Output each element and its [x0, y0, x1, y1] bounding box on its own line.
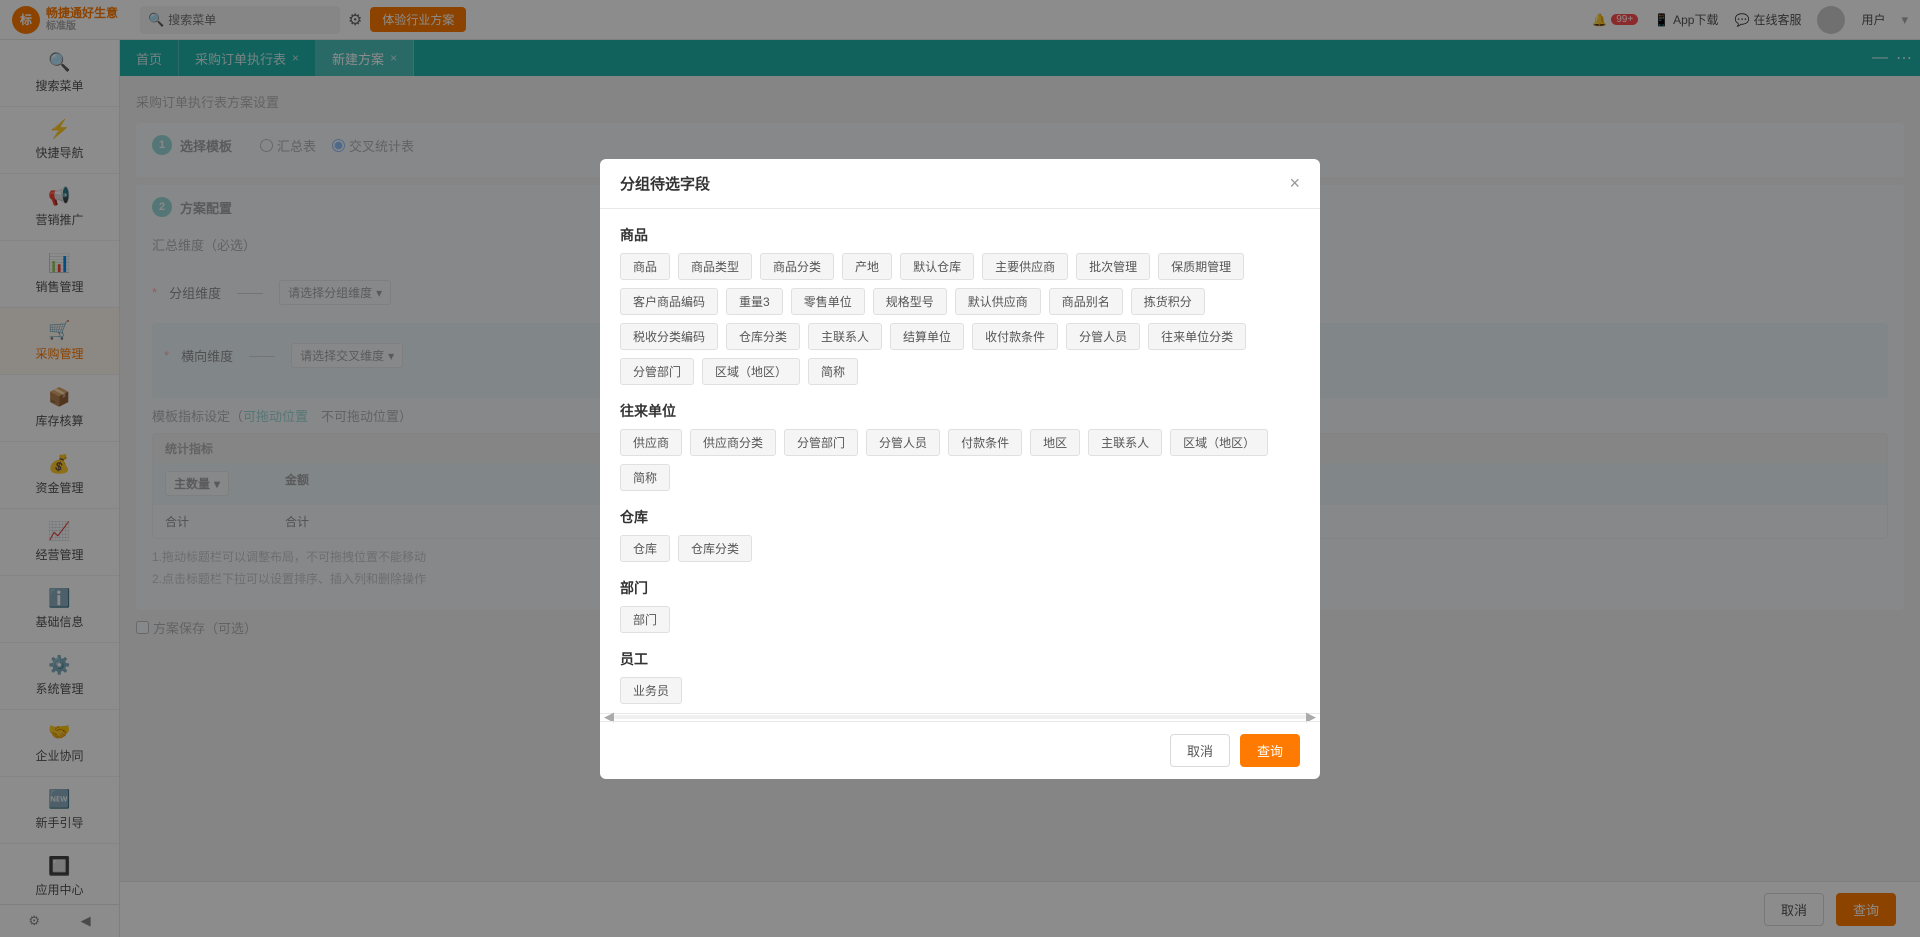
field-tags: 商品商品类型商品分类产地默认仓库主要供应商批次管理保质期管理客户商品编码重量3 零…	[620, 253, 1300, 385]
field-tag[interactable]: 主联系人	[808, 323, 882, 350]
modal-confirm-button[interactable]: 查询	[1240, 734, 1300, 767]
modal-footer: 取消 查询	[600, 721, 1320, 779]
field-tag[interactable]: 保质期管理	[1158, 253, 1244, 280]
field-tag[interactable]: 往来单位分类	[1148, 323, 1246, 350]
field-tag[interactable]: 重量3	[726, 288, 783, 315]
field-tag[interactable]: 供应商分类	[690, 429, 776, 456]
modal-header: 分组待选字段 ×	[600, 159, 1320, 209]
field-group-title: 商品	[620, 225, 1300, 245]
field-tag[interactable]: 分管人员	[866, 429, 940, 456]
field-tag[interactable]: 部门	[620, 606, 670, 633]
field-tag[interactable]: 分管部门	[620, 358, 694, 385]
modal-cancel-button[interactable]: 取消	[1170, 734, 1230, 767]
field-tag[interactable]: 简称	[620, 464, 670, 491]
field-tag[interactable]: 批次管理	[1076, 253, 1150, 280]
field-tag[interactable]: 业务员	[620, 677, 682, 704]
field-group-商品: 商品商品商品类型商品分类产地默认仓库主要供应商批次管理保质期管理客户商品编码重量…	[620, 225, 1300, 385]
field-tags: 部门	[620, 606, 1300, 633]
field-tag[interactable]: 付款条件	[948, 429, 1022, 456]
field-tag[interactable]: 收付款条件	[972, 323, 1058, 350]
modal-overlay: 分组待选字段 × 商品商品商品类型商品分类产地默认仓库主要供应商批次管理保质期管…	[0, 0, 1920, 937]
field-tag[interactable]: 拣货积分	[1131, 288, 1205, 315]
field-tag[interactable]: 默认仓库	[900, 253, 974, 280]
field-group-title: 往来单位	[620, 401, 1300, 421]
field-tag[interactable]: 仓库分类	[726, 323, 800, 350]
field-tag[interactable]: 默认供应商	[955, 288, 1041, 315]
hscroll-track	[614, 715, 1306, 719]
field-group-部门: 部门部门	[620, 578, 1300, 633]
field-tag[interactable]: 区域（地区）	[1170, 429, 1268, 456]
field-group-仓库: 仓库仓库仓库分类	[620, 507, 1300, 562]
field-group-title: 部门	[620, 578, 1300, 598]
modal-body[interactable]: 商品商品商品类型商品分类产地默认仓库主要供应商批次管理保质期管理客户商品编码重量…	[600, 209, 1320, 713]
field-tag[interactable]: 零售单位	[791, 288, 865, 315]
modal-close-button[interactable]: ×	[1289, 173, 1300, 194]
field-tag[interactable]: 仓库	[620, 535, 670, 562]
field-tag[interactable]: 简称	[808, 358, 858, 385]
field-tag[interactable]: 分管人员	[1066, 323, 1140, 350]
field-tag[interactable]: 商品别名	[1049, 288, 1123, 315]
field-tag[interactable]: 分管部门	[784, 429, 858, 456]
field-group-title: 员工	[620, 649, 1300, 669]
field-tag[interactable]: 地区	[1030, 429, 1080, 456]
field-tags: 业务员	[620, 677, 1300, 704]
field-tag[interactable]: 供应商	[620, 429, 682, 456]
field-tag[interactable]: 区域（地区）	[702, 358, 800, 385]
field-tag[interactable]: 规格型号	[873, 288, 947, 315]
field-tag[interactable]: 商品	[620, 253, 670, 280]
field-tag[interactable]: 商品分类	[760, 253, 834, 280]
field-group-title: 仓库	[620, 507, 1300, 527]
field-tag[interactable]: 结算单位	[890, 323, 964, 350]
field-tag[interactable]: 产地	[842, 253, 892, 280]
field-tag[interactable]: 商品类型	[678, 253, 752, 280]
modal: 分组待选字段 × 商品商品商品类型商品分类产地默认仓库主要供应商批次管理保质期管…	[600, 159, 1320, 779]
field-group-往来单位: 往来单位供应商供应商分类分管部门分管人员付款条件地区主联系人区域（地区） 简称	[620, 401, 1300, 491]
field-tag[interactable]: 主要供应商	[982, 253, 1068, 280]
field-tag[interactable]: 客户商品编码	[620, 288, 718, 315]
field-group-员工: 员工业务员	[620, 649, 1300, 704]
modal-horizontal-scrollbar[interactable]: ◀ ▶	[600, 713, 1320, 721]
field-tags: 供应商供应商分类分管部门分管人员付款条件地区主联系人区域（地区） 简称	[620, 429, 1300, 491]
field-tag[interactable]: 仓库分类	[678, 535, 752, 562]
modal-title: 分组待选字段	[620, 173, 710, 194]
field-tag[interactable]: 主联系人	[1088, 429, 1162, 456]
field-tag[interactable]: 税收分类编码	[620, 323, 718, 350]
field-tags: 仓库仓库分类	[620, 535, 1300, 562]
